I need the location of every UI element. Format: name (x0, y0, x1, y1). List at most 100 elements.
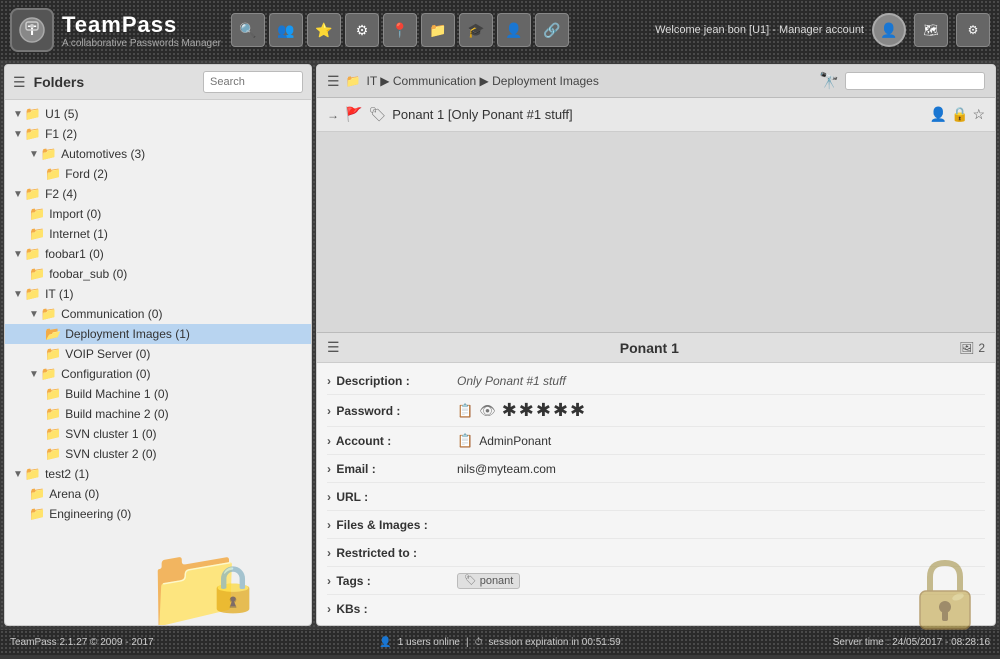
breadcrumb-folder-icon: 📁 (346, 74, 361, 88)
sidebar-menu-icon[interactable]: ☰ (13, 74, 26, 91)
item-flag-icon: 🚩 (345, 106, 362, 123)
list-item[interactable]: ▼ 📁 U1 (5) (5, 104, 311, 124)
logo-subtitle: A collaborative Passwords Manager (62, 38, 221, 49)
footer-clock-icon: ⏱ (475, 637, 483, 648)
list-item[interactable]: 📁 SVN cluster 2 (0) (5, 444, 311, 464)
item-person-icon[interactable]: 👤 (930, 106, 947, 123)
detail-tags-label: › Tags : (327, 574, 457, 588)
sidebar-header: ☰ Folders (5, 65, 311, 100)
footer-copyright: TeamPass 2.1.27 © 2009 - 2017 (10, 637, 333, 648)
detail-files-row: › Files & Images : (327, 511, 985, 539)
detail-password-label: › Password : (327, 404, 457, 418)
nav-cap-btn[interactable]: 🎓 (459, 13, 493, 47)
detail-menu-icon[interactable]: ☰ (327, 339, 340, 356)
nav-users-btn[interactable]: 👥 (269, 13, 303, 47)
list-item[interactable]: 📁 VOIP Server (0) (5, 344, 311, 364)
detail-title: Ponant 1 (348, 340, 952, 356)
breadcrumb-menu-icon[interactable]: ☰ (327, 73, 340, 90)
footer-person-icon: 👤 (379, 637, 391, 648)
detail-image-icon: 🖼 (959, 341, 974, 355)
breadcrumb-search-input[interactable] (845, 72, 985, 90)
sidebar-title: Folders (34, 74, 195, 90)
footer-separator: | (466, 637, 469, 648)
detail-count: 2 (978, 341, 985, 355)
detail-url-row: › URL : (327, 483, 985, 511)
list-item[interactable]: 📁 Engineering (0) (5, 504, 311, 524)
detail-password-row: › Password : 📋 👁 ✱✱✱✱✱ (327, 395, 985, 427)
header-right: Welcome jean bon [U1] - Manager account … (655, 13, 990, 47)
detail-email-value: nils@myteam.com (457, 462, 985, 476)
list-item[interactable]: 📁 Internet (1) (5, 224, 311, 244)
sidebar-search-input[interactable] (203, 71, 303, 93)
nav-link-btn[interactable]: 🔗 (535, 13, 569, 47)
list-item[interactable]: ▼ 📁 IT (1) (5, 284, 311, 304)
detail-email-row: › Email : nils@myteam.com (327, 455, 985, 483)
item-expand-arrow[interactable]: → (327, 108, 339, 122)
detail-kbs-row: › KBs : (327, 595, 985, 623)
nav-star-btn[interactable]: ⭐ (307, 13, 341, 47)
list-item[interactable]: ▼ 📁 foobar1 (0) (5, 244, 311, 264)
tag-icon: 🏷 (464, 575, 477, 586)
list-item[interactable]: ▼ 📁 F1 (2) (5, 124, 311, 144)
nav-settings-btn[interactable]: ⚙ (345, 13, 379, 47)
list-item[interactable]: 📁 Build Machine 1 (0) (5, 384, 311, 404)
item-action-icons: 👤 🔒 ☆ (930, 106, 985, 123)
detail-restricted-row: › Restricted to : (327, 539, 985, 567)
detail-tags-row: › Tags : 🏷 ponant (327, 567, 985, 595)
detail-email-label: › Email : (327, 462, 457, 476)
detail-description-row: › Description : Only Ponant #1 stuff (327, 367, 985, 395)
detail-kbs-label: › KBs : (327, 602, 457, 616)
detail-header: ☰ Ponant 1 🖼 2 (317, 333, 995, 363)
header-gear-btn[interactable]: ⚙ (956, 13, 990, 47)
header: T TeamPass A collaborative Passwords Man… (0, 0, 1000, 60)
account-copy-icon[interactable]: 📋 (457, 433, 473, 449)
detail-count-area: 🖼 2 (959, 341, 985, 355)
right-panel: ☰ 📁 IT ▶ Communication ▶ Deployment Imag… (316, 64, 996, 626)
item-star-icon[interactable]: ☆ (972, 106, 985, 123)
nav-pin-btn[interactable]: 📍 (383, 13, 417, 47)
breadcrumb-path: IT ▶ Communication ▶ Deployment Images (367, 74, 814, 88)
item-lock-icon[interactable]: 🔒 (951, 106, 968, 123)
list-item[interactable]: ▼ 📁 Communication (0) (5, 304, 311, 324)
list-item[interactable]: 📁 Import (0) (5, 204, 311, 224)
detail-account-row: › Account : 📋 AdminPonant (327, 427, 985, 455)
header-map-btn[interactable]: 🗺 (914, 13, 948, 47)
list-item[interactable]: 📁 Ford (2) (5, 164, 311, 184)
logo-title: TeamPass (62, 12, 221, 38)
sidebar: ☰ Folders ▼ 📁 U1 (5) ▼ 📁 F1 (2) ▼ 📁 (4, 64, 312, 626)
nav-search-btn[interactable]: 🔍 (231, 13, 265, 47)
list-item[interactable]: ▼ 📁 Configuration (0) (5, 364, 311, 384)
footer-center: 👤 1 users online | ⏱ session expiration … (339, 637, 662, 648)
detail-account-label: › Account : (327, 434, 457, 448)
list-item[interactable]: ▼ 📁 F2 (4) (5, 184, 311, 204)
list-item-deployment-images[interactable]: 📂 Deployment Images (1) (5, 324, 311, 344)
welcome-text: Welcome jean bon [U1] - Manager account (655, 24, 864, 36)
lock-decoration-icon: 🔒 (205, 562, 261, 615)
main: ☰ Folders ▼ 📁 U1 (5) ▼ 📁 F1 (2) ▼ 📁 (0, 60, 1000, 630)
item-title: Ponant 1 [Only Ponant #1 stuff] (392, 107, 923, 122)
detail-url-label: › URL : (327, 490, 457, 504)
sidebar-tree: ▼ 📁 U1 (5) ▼ 📁 F1 (2) ▼ 📁 Automotives (3… (5, 100, 311, 625)
list-item[interactable]: ▼ 📁 test2 (1) (5, 464, 311, 484)
avatar: 👤 (872, 13, 906, 47)
list-item[interactable]: 📁 Arena (0) (5, 484, 311, 504)
item-row: → 🚩 🏷 Ponant 1 [Only Ponant #1 stuff] 👤 … (317, 98, 995, 132)
list-item[interactable]: ▼ 📁 Automotives (3) (5, 144, 311, 164)
breadcrumb-search-icon[interactable]: 🔭 (819, 71, 839, 91)
footer: TeamPass 2.1.27 © 2009 - 2017 👤 1 users … (0, 630, 1000, 655)
item-tag-icon: 🏷 (368, 106, 386, 123)
nav-folder-btn[interactable]: 📁 (421, 13, 455, 47)
nav-person-btn[interactable]: 👤 (497, 13, 531, 47)
content-area (317, 132, 995, 332)
list-item[interactable]: 📁 foobar_sub (0) (5, 264, 311, 284)
footer-server-time: Server time : 24/05/2017 - 08:28:16 (667, 637, 990, 648)
list-item[interactable]: 📁 SVN cluster 1 (0) (5, 424, 311, 444)
list-item[interactable]: 📁 Build machine 2 (0) (5, 404, 311, 424)
password-eye-icon[interactable]: 👁 (479, 403, 496, 419)
footer-users-online: 1 users online (398, 637, 460, 648)
password-copy-icon[interactable]: 📋 (457, 403, 473, 419)
detail-files-label: › Files & Images : (327, 518, 457, 532)
detail-description-value: Only Ponant #1 stuff (457, 374, 985, 388)
password-dots: ✱✱✱✱✱ (502, 400, 587, 421)
logo-text-area: TeamPass A collaborative Passwords Manag… (62, 12, 221, 49)
